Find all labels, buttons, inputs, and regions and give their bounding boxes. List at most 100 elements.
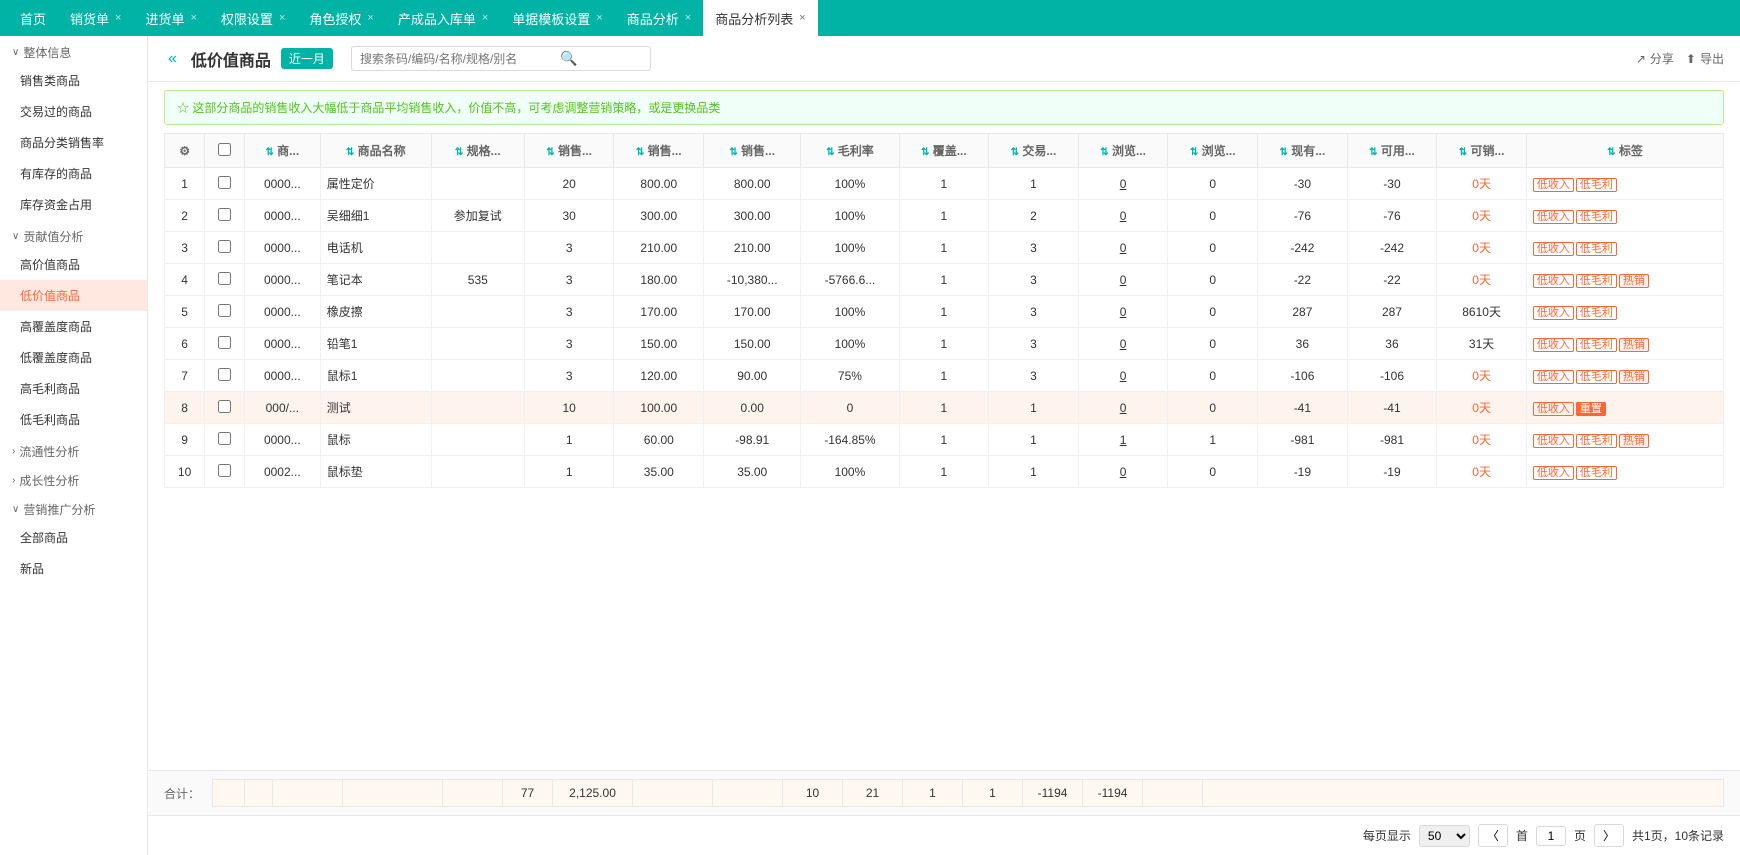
sidebar-item-new-goods[interactable]: 新品 xyxy=(0,553,147,584)
cell-checkbox[interactable] xyxy=(205,328,245,360)
col-checkbox[interactable] xyxy=(205,134,245,168)
row-checkbox[interactable] xyxy=(218,304,231,317)
summary-coverage: 10 xyxy=(783,780,843,807)
cell-checkbox[interactable] xyxy=(205,168,245,200)
sidebar-item-traded-goods[interactable]: 交易过的商品 xyxy=(0,96,147,127)
sidebar-item-stock-capital[interactable]: 库存资金占用 xyxy=(0,189,147,220)
col-tags[interactable]: ⇅ 标签 xyxy=(1526,134,1723,168)
col-view2[interactable]: ⇅ 浏览... xyxy=(1168,134,1258,168)
view1-link[interactable]: 0 xyxy=(1120,337,1127,351)
row-checkbox[interactable] xyxy=(218,368,231,381)
sidebar-item-stock-goods[interactable]: 有库存的商品 xyxy=(0,158,147,189)
search-icon[interactable]: 🔍 xyxy=(560,50,577,67)
export-btn[interactable]: ⬆ 导出 xyxy=(1686,50,1724,67)
table-row: 3 0000... 电话机 3 210.00 210.00 100% 1 3 0… xyxy=(165,232,1724,264)
close-product-analysis-list-icon[interactable]: × xyxy=(799,12,805,24)
sidebar-item-low-value[interactable]: 低价值商品 xyxy=(0,280,147,311)
close-sales-icon[interactable]: × xyxy=(115,12,121,24)
sidebar-item-category-rate[interactable]: 商品分类销售率 xyxy=(0,127,147,158)
cell-checkbox[interactable] xyxy=(205,296,245,328)
tag-low-profit: 低毛利 xyxy=(1576,274,1617,288)
sidebar-collapse-btn[interactable]: « xyxy=(164,50,181,68)
page-number-input[interactable] xyxy=(1536,826,1566,846)
time-filter-btn[interactable]: 近一月 xyxy=(281,48,333,69)
view1-link[interactable]: 1 xyxy=(1120,433,1127,447)
view1-link[interactable]: 0 xyxy=(1120,401,1127,415)
sidebar-item-sales-goods[interactable]: 销售类商品 xyxy=(0,65,147,96)
col-code[interactable]: ⇅ 商... xyxy=(244,134,320,168)
cell-checkbox[interactable] xyxy=(205,424,245,456)
sidebar-group-circulation[interactable]: › 流通性分析 xyxy=(0,435,147,464)
view1-link[interactable]: 0 xyxy=(1120,465,1127,479)
row-checkbox[interactable] xyxy=(218,240,231,253)
cell-checkbox[interactable] xyxy=(205,232,245,264)
col-view1[interactable]: ⇅ 浏览... xyxy=(1078,134,1168,168)
nav-sales[interactable]: 销货单 × xyxy=(58,0,133,36)
first-page-btn[interactable]: 〈 xyxy=(1478,824,1508,847)
row-checkbox[interactable] xyxy=(218,464,231,477)
cell-view1: 0 xyxy=(1078,456,1168,488)
row-checkbox[interactable] xyxy=(218,208,231,221)
view1-link[interactable]: 0 xyxy=(1120,369,1127,383)
nav-product-analysis[interactable]: 商品分析 × xyxy=(615,0,703,36)
col-saleable[interactable]: ⇅ 可销... xyxy=(1437,134,1527,168)
col-available[interactable]: ⇅ 可用... xyxy=(1347,134,1437,168)
cell-checkbox[interactable] xyxy=(205,392,245,424)
view1-link[interactable]: 0 xyxy=(1120,273,1127,287)
nav-home[interactable]: 首页 xyxy=(8,0,58,36)
next-page-btn[interactable]: 〉 xyxy=(1594,824,1624,847)
close-purchase-icon[interactable]: × xyxy=(190,12,196,24)
col-margin[interactable]: ⇅ 毛利率 xyxy=(801,134,899,168)
sidebar-group-marketing[interactable]: ∨ 营销推广分析 xyxy=(0,493,147,522)
nav-role[interactable]: 角色授权 × xyxy=(297,0,385,36)
row-checkbox[interactable] xyxy=(218,176,231,189)
close-permission-icon[interactable]: × xyxy=(279,12,285,24)
nav-product-analysis-list[interactable]: 商品分析列表 × xyxy=(703,0,817,36)
col-sale-amt[interactable]: ⇅ 销售... xyxy=(614,134,704,168)
view1-link[interactable]: 0 xyxy=(1120,177,1127,191)
sidebar-item-high-profit[interactable]: 高毛利商品 xyxy=(0,373,147,404)
sidebar-group-growth[interactable]: › 成长性分析 xyxy=(0,464,147,493)
view1-link[interactable]: 0 xyxy=(1120,305,1127,319)
nav-template[interactable]: 单据模板设置 × xyxy=(500,0,614,36)
col-settings[interactable]: ⚙ xyxy=(165,134,205,168)
cell-sale-amt: 800.00 xyxy=(614,168,704,200)
sidebar-item-low-coverage[interactable]: 低覆盖度商品 xyxy=(0,342,147,373)
search-input[interactable] xyxy=(360,52,560,66)
sidebar-item-low-profit[interactable]: 低毛利商品 xyxy=(0,404,147,435)
row-checkbox[interactable] xyxy=(218,336,231,349)
sidebar-item-high-value[interactable]: 高价值商品 xyxy=(0,249,147,280)
col-sale-cost[interactable]: ⇅ 销售... xyxy=(704,134,801,168)
nav-product-in[interactable]: 产成品入库单 × xyxy=(386,0,500,36)
row-checkbox[interactable] xyxy=(218,432,231,445)
per-page-select[interactable]: 50 100 200 xyxy=(1419,825,1470,847)
summary-row: 77 2,125.00 10 21 1 1 -1194 -1194 xyxy=(213,780,1724,807)
col-current[interactable]: ⇅ 现有... xyxy=(1258,134,1348,168)
col-coverage[interactable]: ⇅ 覆盖... xyxy=(899,134,989,168)
col-name[interactable]: ⇅ 商品名称 xyxy=(320,134,431,168)
cell-checkbox[interactable] xyxy=(205,360,245,392)
close-product-analysis-icon[interactable]: × xyxy=(685,12,691,24)
share-btn[interactable]: ↗ 分享 xyxy=(1636,50,1674,67)
col-spec[interactable]: ⇅ 规格... xyxy=(431,134,524,168)
cell-checkbox[interactable] xyxy=(205,264,245,296)
close-role-icon[interactable]: × xyxy=(367,12,373,24)
col-trade[interactable]: ⇅ 交易... xyxy=(989,134,1079,168)
cell-checkbox[interactable] xyxy=(205,200,245,232)
row-checkbox[interactable] xyxy=(218,272,231,285)
sidebar-group-contribution[interactable]: ∨ 贡献值分析 xyxy=(0,220,147,249)
sidebar-item-high-coverage[interactable]: 高覆盖度商品 xyxy=(0,311,147,342)
sidebar-group-overall[interactable]: ∨ 整体信息 xyxy=(0,36,147,65)
col-sale-qty[interactable]: ⇅ 销售... xyxy=(524,134,614,168)
sidebar-item-all-goods[interactable]: 全部商品 xyxy=(0,522,147,553)
nav-purchase[interactable]: 进货单 × xyxy=(133,0,208,36)
close-product-in-icon[interactable]: × xyxy=(482,12,488,24)
cell-checkbox[interactable] xyxy=(205,456,245,488)
row-checkbox[interactable] xyxy=(218,400,231,413)
nav-permission[interactable]: 权限设置 × xyxy=(209,0,297,36)
view1-link[interactable]: 0 xyxy=(1120,209,1127,223)
select-all-checkbox[interactable] xyxy=(218,143,231,156)
view1-link[interactable]: 0 xyxy=(1120,241,1127,255)
table-row: 5 0000... 橡皮擦 3 170.00 170.00 100% 1 3 0… xyxy=(165,296,1724,328)
close-template-icon[interactable]: × xyxy=(596,12,602,24)
